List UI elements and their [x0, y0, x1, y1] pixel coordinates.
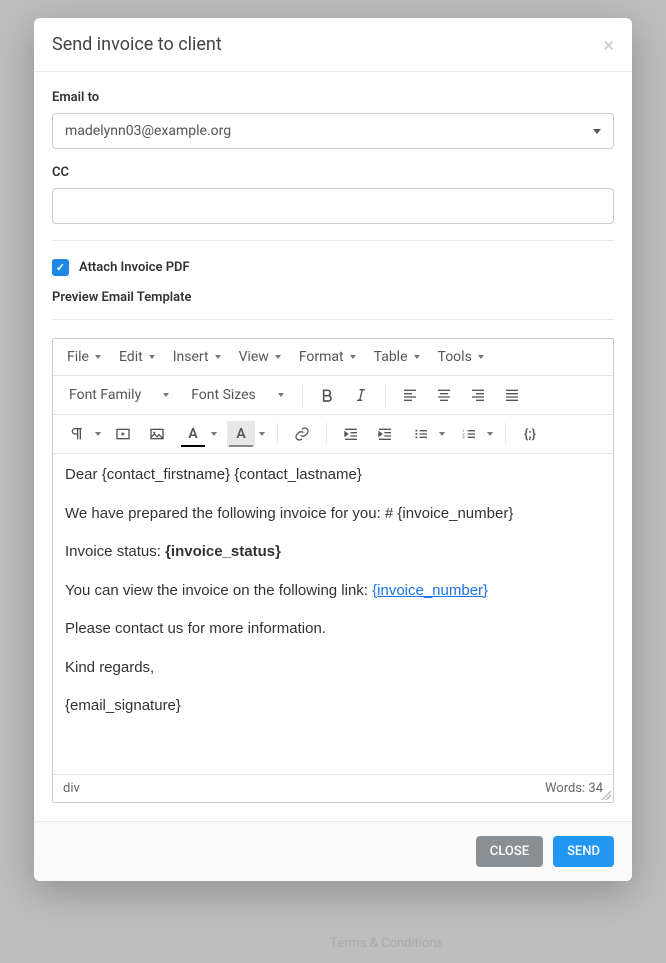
chevron-down-icon	[149, 355, 155, 359]
toolbar-separator	[326, 423, 327, 445]
invoice-link[interactable]: {invoice_number}	[372, 582, 488, 599]
bg-terms-text: Terms & Conditions	[330, 936, 443, 951]
close-button[interactable]: CLOSE	[476, 836, 543, 867]
email-signature: {email_signature}	[65, 695, 601, 718]
editor-statusbar: div Words: 34	[53, 774, 613, 802]
modal-footer: CLOSE SEND	[34, 821, 632, 881]
close-icon[interactable]: ×	[603, 35, 614, 55]
toolbar-separator	[385, 384, 386, 406]
email-status-line: Invoice status: {invoice_status}	[65, 541, 601, 564]
chevron-down-icon	[211, 432, 217, 436]
chevron-down-icon	[95, 432, 101, 436]
editor-toolbar-2: A A 123	[53, 415, 613, 454]
menu-tools[interactable]: Tools	[432, 345, 490, 369]
chevron-down-icon	[215, 355, 221, 359]
toolbar-separator	[277, 423, 278, 445]
editor-element-path[interactable]: div	[63, 781, 80, 796]
menu-view[interactable]: View	[233, 345, 287, 369]
align-center-button[interactable]	[430, 382, 458, 408]
email-to-group: Email to madelynn03@example.org	[52, 90, 614, 149]
insert-image-button[interactable]	[143, 421, 171, 447]
font-family-select[interactable]: Font Family	[61, 383, 177, 407]
send-invoice-modal: Send invoice to client × Email to madely…	[34, 18, 632, 881]
editor-toolbar-1: Font Family Font Sizes	[53, 376, 613, 415]
email-link-line: You can view the invoice on the followin…	[65, 580, 601, 603]
chevron-down-icon	[478, 355, 484, 359]
chevron-down-icon	[414, 355, 420, 359]
modal-title: Send invoice to client	[52, 34, 222, 55]
modal-header: Send invoice to client ×	[34, 18, 632, 72]
chevron-down-icon	[439, 432, 445, 436]
preview-template-label: Preview Email Template	[52, 290, 614, 305]
attach-pdf-row: ✓ Attach Invoice PDF	[52, 259, 614, 276]
align-justify-button[interactable]	[498, 382, 526, 408]
chevron-down-icon	[163, 393, 169, 397]
editor-word-count: Words: 34	[545, 781, 603, 796]
chevron-down-icon	[275, 355, 281, 359]
background-color-button[interactable]: A	[225, 421, 267, 447]
outdent-button[interactable]	[337, 421, 365, 447]
email-contact-line: Please contact us for more information.	[65, 618, 601, 641]
chevron-down-icon	[350, 355, 356, 359]
chevron-down-icon	[593, 129, 601, 134]
resize-handle[interactable]	[601, 790, 611, 800]
chevron-down-icon	[487, 432, 493, 436]
chevron-down-icon	[95, 355, 101, 359]
email-invoice-line: We have prepared the following invoice f…	[65, 503, 601, 526]
merge-fields-button[interactable]: {;}	[516, 421, 544, 447]
menu-edit[interactable]: Edit	[113, 345, 161, 369]
insert-link-button[interactable]	[288, 421, 316, 447]
italic-button[interactable]	[347, 382, 375, 408]
menu-file[interactable]: File	[61, 345, 107, 369]
email-to-label: Email to	[52, 90, 614, 105]
font-size-select[interactable]: Font Sizes	[183, 383, 292, 407]
numbered-list-button[interactable]: 123	[453, 421, 495, 447]
cc-input[interactable]	[52, 188, 614, 224]
cc-label: CC	[52, 165, 614, 180]
send-button[interactable]: SEND	[553, 836, 614, 867]
rich-text-editor: File Edit Insert View Format Table Tools…	[52, 338, 614, 803]
chevron-down-icon	[259, 432, 265, 436]
email-to-select[interactable]: madelynn03@example.org	[52, 113, 614, 149]
bold-button[interactable]	[313, 382, 341, 408]
attach-pdf-checkbox[interactable]: ✓	[52, 259, 69, 276]
cc-group: CC	[52, 165, 614, 224]
modal-body: Email to madelynn03@example.org CC ✓ Att…	[34, 72, 632, 821]
toolbar-separator	[505, 423, 506, 445]
attach-pdf-label: Attach Invoice PDF	[79, 260, 190, 275]
menu-table[interactable]: Table	[368, 345, 426, 369]
divider	[52, 240, 614, 241]
text-color-button[interactable]: A	[177, 421, 219, 447]
insert-media-button[interactable]	[109, 421, 137, 447]
email-to-value: madelynn03@example.org	[65, 123, 231, 139]
menu-insert[interactable]: Insert	[167, 345, 227, 369]
divider-2	[52, 319, 614, 320]
align-right-button[interactable]	[464, 382, 492, 408]
email-regards: Kind regards,	[65, 657, 601, 680]
align-left-button[interactable]	[396, 382, 424, 408]
chevron-down-icon	[278, 393, 284, 397]
paragraph-direction-button[interactable]	[61, 421, 103, 447]
email-greeting: Dear {contact_firstname} {contact_lastna…	[65, 464, 601, 487]
svg-text:3: 3	[462, 435, 464, 440]
editor-menubar: File Edit Insert View Format Table Tools	[53, 339, 613, 376]
menu-format[interactable]: Format	[293, 345, 362, 369]
bullet-list-button[interactable]	[405, 421, 447, 447]
toolbar-separator	[302, 384, 303, 406]
editor-content-area[interactable]: Dear {contact_firstname} {contact_lastna…	[53, 454, 613, 774]
indent-button[interactable]	[371, 421, 399, 447]
